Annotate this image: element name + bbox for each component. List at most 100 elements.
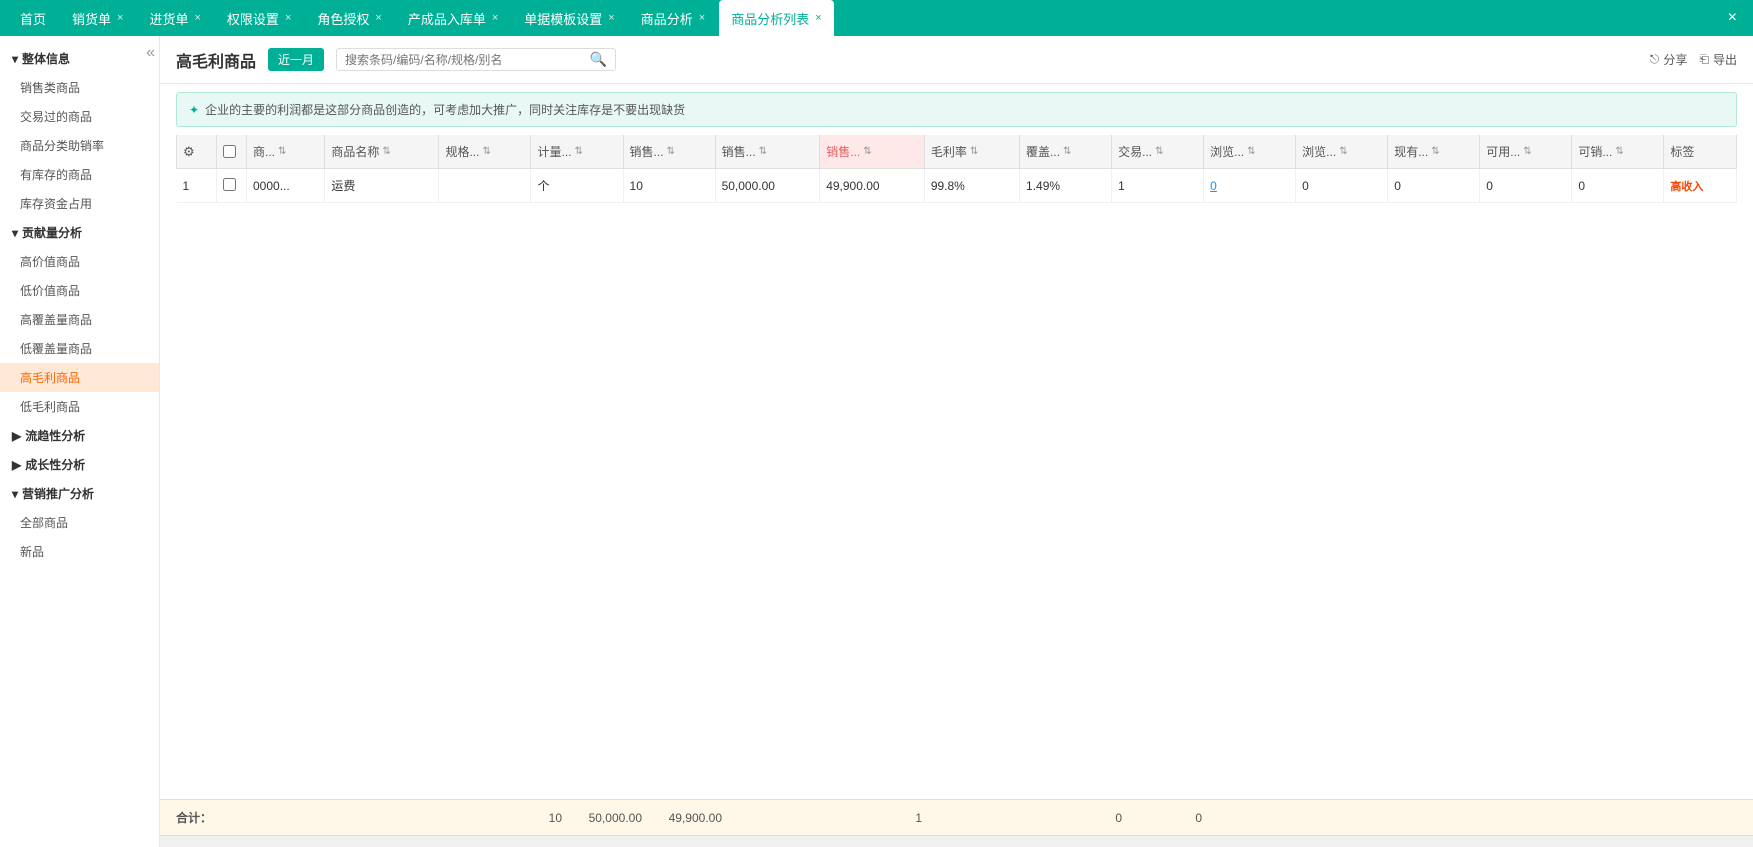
nav-permission-label: 权限设置 xyxy=(227,9,279,28)
sidebar-item-new-goods[interactable]: 新品 xyxy=(0,537,159,566)
th-current-stock[interactable]: 现有... ⇅ xyxy=(1388,135,1480,169)
sidebar-collapse-icon[interactable]: « xyxy=(146,44,155,62)
th-browse1-label: 浏览... xyxy=(1210,143,1244,160)
nav-analysis-list-label: 商品分析列表 xyxy=(731,9,809,28)
cell-index: 1 xyxy=(177,169,217,203)
nav-permission-close[interactable]: × xyxy=(285,12,291,24)
th-sales-qty[interactable]: 销售... ⇅ xyxy=(623,135,715,169)
th-available[interactable]: 可用... ⇅ xyxy=(1480,135,1572,169)
table-container: ⚙ 商... ⇅ xyxy=(160,135,1753,799)
main-layout: « ▾ 整体信息 销售类商品 交易过的商品 商品分类助销率 有库存的商品 库存资… xyxy=(0,36,1753,847)
sidebar-item-high-coverage[interactable]: 高覆盖量商品 xyxy=(0,305,159,334)
select-all-checkbox[interactable] xyxy=(223,145,236,158)
nav-sales-close[interactable]: × xyxy=(117,12,123,24)
nav-home-label: 首页 xyxy=(20,9,46,28)
table-header: ⚙ 商... ⇅ xyxy=(177,135,1737,169)
sidebar-item-low-value[interactable]: 低价值商品 xyxy=(0,276,159,305)
th-unit[interactable]: 计量... ⇅ xyxy=(531,135,623,169)
sidebar-item-all-goods[interactable]: 全部商品 xyxy=(0,508,159,537)
content-area: 高毛利商品 近一月 🔍 ⎋ 分享 ⎗ 导出 ✦ 企业的主要的利润都是这部分商品创… xyxy=(160,36,1753,847)
sidebar: « ▾ 整体信息 销售类商品 交易过的商品 商品分类助销率 有库存的商品 库存资… xyxy=(0,36,160,847)
nav-purchase[interactable]: 进货单 × xyxy=(137,0,212,36)
sidebar-group-marketing[interactable]: ▾ 营销推广分析 xyxy=(0,479,159,508)
th-browse2[interactable]: 浏览... ⇅ xyxy=(1296,135,1388,169)
sidebar-item-sales-goods[interactable]: 销售类商品 xyxy=(0,73,159,102)
nav-permission[interactable]: 权限设置 × xyxy=(215,0,303,36)
sidebar-item-high-margin[interactable]: 高毛利商品 xyxy=(0,363,159,392)
nav-template-close[interactable]: × xyxy=(608,12,614,24)
row-checkbox[interactable] xyxy=(223,178,236,191)
nav-sales[interactable]: 销货单 × xyxy=(60,0,135,36)
nav-analysis-label: 商品分析 xyxy=(641,9,693,28)
nav-purchase-close[interactable]: × xyxy=(194,12,200,24)
cell-coverage: 1.49% xyxy=(1020,169,1112,203)
share-button[interactable]: ⎋ 分享 xyxy=(1650,51,1688,68)
th-browse1[interactable]: 浏览... ⇅ xyxy=(1204,135,1296,169)
sidebar-group-flow[interactable]: ▶ 流趋性分析 xyxy=(0,421,159,450)
nav-analysis-list[interactable]: 商品分析列表 × xyxy=(719,0,833,36)
sort-icon-spec: ⇅ xyxy=(482,146,490,157)
nav-analysis-list-close[interactable]: × xyxy=(815,12,821,24)
nav-product-in-close[interactable]: × xyxy=(492,12,498,24)
sidebar-item-traded-goods[interactable]: 交易过的商品 xyxy=(0,102,159,131)
settings-icon[interactable]: ⚙ xyxy=(183,144,195,160)
th-coverage[interactable]: 覆盖... ⇅ xyxy=(1020,135,1112,169)
nav-role[interactable]: 角色授权 × xyxy=(305,0,393,36)
nav-home[interactable]: 首页 xyxy=(8,0,58,36)
sidebar-item-stock-capital[interactable]: 库存资金占用 xyxy=(0,189,159,218)
sidebar-item-low-coverage[interactable]: 低覆盖量商品 xyxy=(0,334,159,363)
sidebar-group-growth[interactable]: ▶ 成长性分析 xyxy=(0,450,159,479)
sort-icon-sales-amount: ⇅ xyxy=(759,146,767,157)
cell-browse2: 0 xyxy=(1296,169,1388,203)
nav-template[interactable]: 单据模板设置 × xyxy=(512,0,626,36)
th-sales-amount[interactable]: 销售... ⇅ xyxy=(715,135,820,169)
info-icon: ✦ xyxy=(189,103,199,117)
export-button[interactable]: ⎗ 导出 xyxy=(1699,51,1737,68)
period-button[interactable]: 近一月 xyxy=(268,48,324,71)
search-input[interactable] xyxy=(345,53,586,67)
th-trade[interactable]: 交易... ⇅ xyxy=(1112,135,1204,169)
footer-trade: 1 xyxy=(848,811,928,825)
nav-analysis[interactable]: 商品分析 × xyxy=(629,0,717,36)
cell-tag: 高收入 xyxy=(1664,169,1737,203)
footer-label: 合计： xyxy=(176,809,228,826)
export-label: 导出 xyxy=(1713,51,1737,68)
cell-name: 运费 xyxy=(325,169,439,203)
content-header: 高毛利商品 近一月 🔍 ⎋ 分享 ⎗ 导出 xyxy=(160,36,1753,84)
sidebar-item-high-value[interactable]: 高价值商品 xyxy=(0,247,159,276)
th-index: ⚙ xyxy=(177,135,217,169)
sort-icon-saleable: ⇅ xyxy=(1615,146,1623,157)
bottom-scrollbar[interactable] xyxy=(160,835,1753,847)
th-coverage-label: 覆盖... xyxy=(1026,143,1060,160)
th-sales-amount-label: 销售... xyxy=(722,143,756,160)
nav-purchase-label: 进货单 xyxy=(149,9,188,28)
sidebar-group-overall[interactable]: ▾ 整体信息 xyxy=(0,44,159,73)
sidebar-item-low-margin[interactable]: 低毛利商品 xyxy=(0,392,159,421)
th-saleable[interactable]: 可销... ⇅ xyxy=(1572,135,1664,169)
nav-role-close[interactable]: × xyxy=(375,12,381,24)
sidebar-item-category-rate[interactable]: 商品分类助销率 xyxy=(0,131,159,160)
nav-product-in[interactable]: 产成品入库单 × xyxy=(396,0,510,36)
sidebar-group-overall-label: 整体信息 xyxy=(22,50,70,67)
sidebar-group-contribution[interactable]: ▾ 贡献量分析 xyxy=(0,218,159,247)
th-tag-label: 标签 xyxy=(1670,143,1694,160)
sidebar-item-in-stock[interactable]: 有库存的商品 xyxy=(0,160,159,189)
nav-analysis-close[interactable]: × xyxy=(699,12,705,24)
table-body: 1 0000... 运费 个 10 50,000.00 49,900.00 99… xyxy=(177,169,1737,203)
footer-sales-cost: 49,900.00 xyxy=(648,811,728,825)
th-name[interactable]: 商品名称 ⇅ xyxy=(325,135,439,169)
chevron-down-icon: ▾ xyxy=(12,52,18,66)
nav-role-label: 角色授权 xyxy=(317,9,369,28)
th-margin[interactable]: 毛利率 ⇅ xyxy=(924,135,1019,169)
th-sales-cost[interactable]: 销售... ⇅ xyxy=(820,135,925,169)
info-text: 企业的主要的利润都是这部分商品创造的，可考虑加大推广，同时关注库存是不要出现缺货 xyxy=(205,101,685,118)
nav-template-label: 单据模板设置 xyxy=(524,9,602,28)
th-spec[interactable]: 规格... ⇅ xyxy=(439,135,531,169)
th-code[interactable]: 商... ⇅ xyxy=(247,135,325,169)
app-close-button[interactable]: × xyxy=(1720,9,1745,27)
browse1-link[interactable]: 0 xyxy=(1210,179,1217,193)
sort-icon-unit: ⇅ xyxy=(575,146,583,157)
chevron-down-icon3: ▾ xyxy=(12,487,18,501)
share-icon: ⎋ xyxy=(1650,52,1660,67)
search-icon[interactable]: 🔍 xyxy=(590,51,607,68)
